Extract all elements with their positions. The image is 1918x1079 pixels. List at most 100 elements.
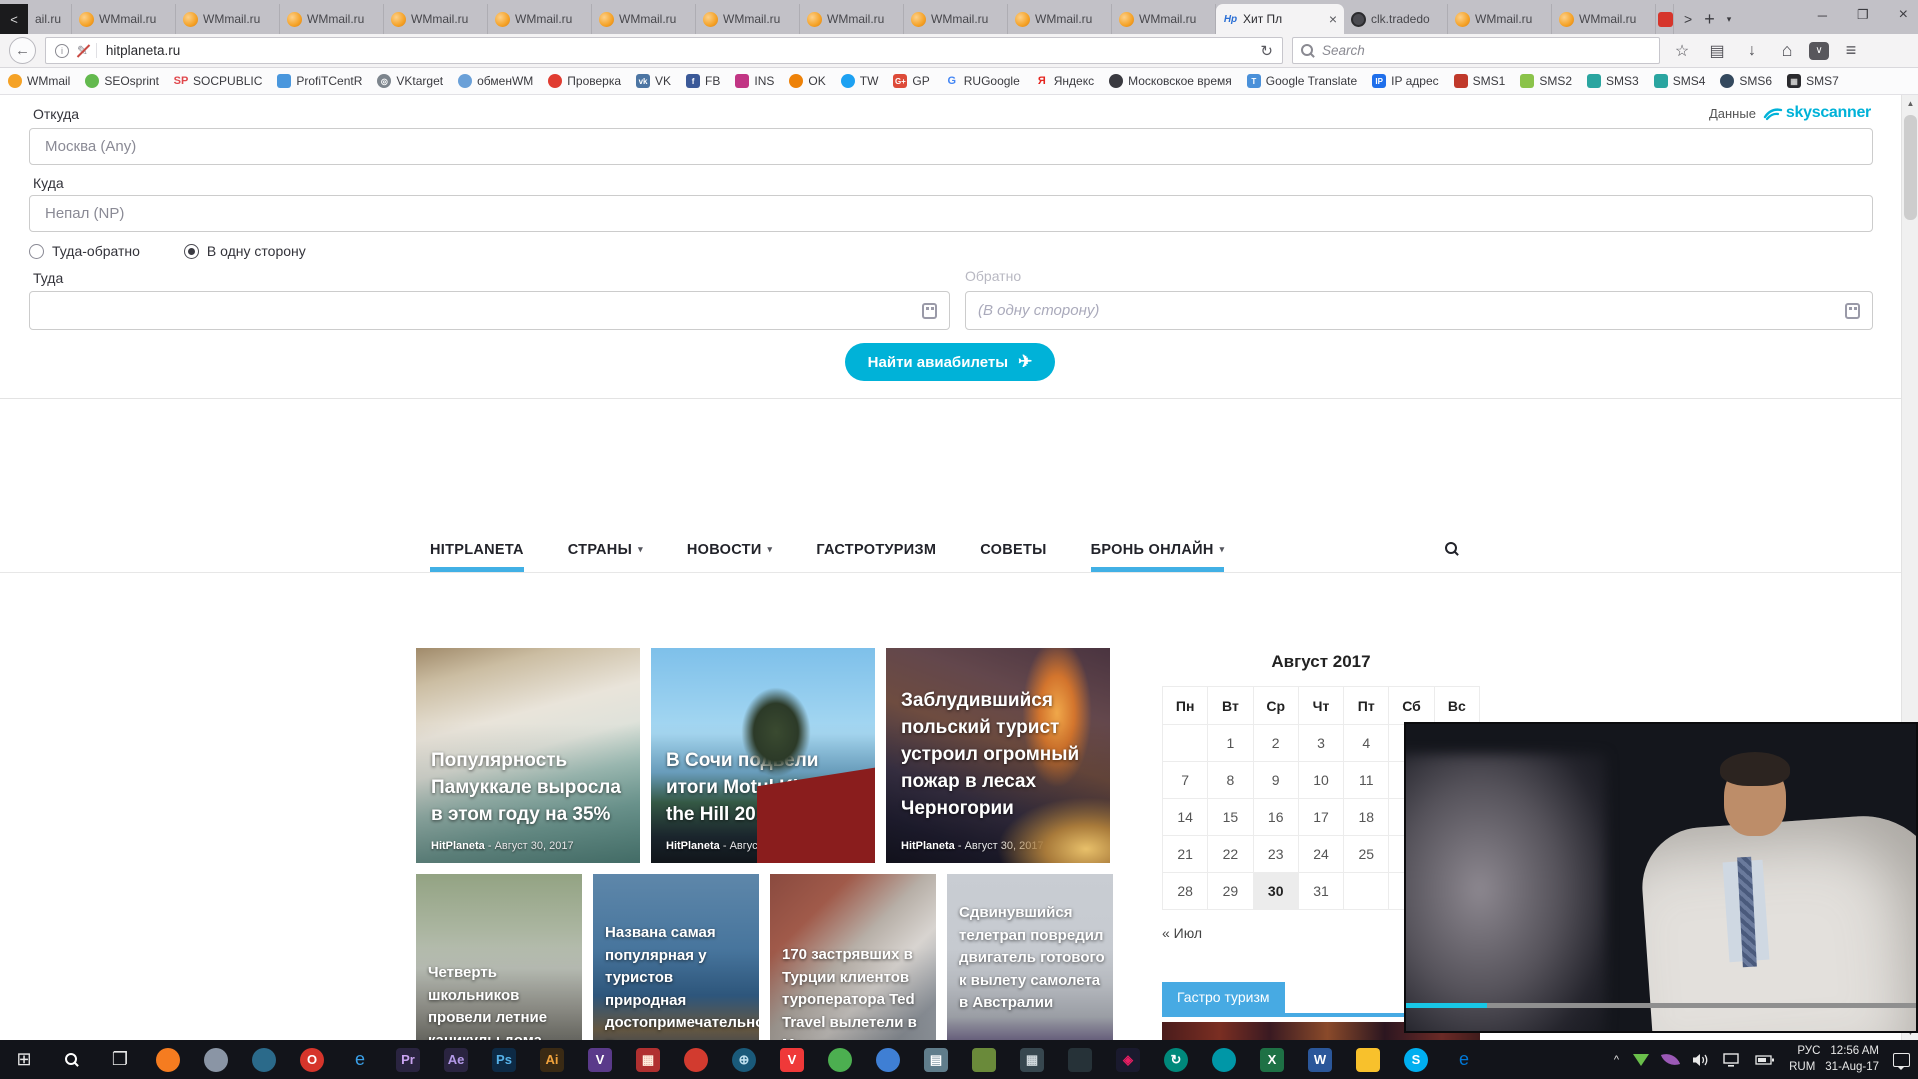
category-badge[interactable]: Гастро туризм: [1162, 982, 1285, 1013]
bookmark-item[interactable]: SMS6: [1720, 74, 1772, 88]
start-button[interactable]: ⊞: [0, 1040, 48, 1079]
video-player-overlay[interactable]: [1404, 722, 1918, 1033]
bookmark-item[interactable]: Проверка: [548, 74, 621, 88]
restore-button[interactable]: ❐: [1857, 7, 1869, 23]
globe-app-icon[interactable]: ⊕: [720, 1040, 768, 1079]
article-card[interactable]: В Сочи подвели итоги Motul King of the H…: [651, 648, 875, 863]
oneway-radio[interactable]: В одну сторону: [183, 243, 306, 259]
calendar-cell[interactable]: 10: [1297, 761, 1345, 799]
bookmark-item[interactable]: SMS2: [1520, 74, 1572, 88]
reload-icon[interactable]: ↻: [1260, 42, 1273, 60]
browser-tab[interactable]: WMmail.ru: [800, 4, 904, 34]
task-view-button[interactable]: ❐: [96, 1040, 144, 1079]
network-icon[interactable]: [1723, 1052, 1741, 1067]
app-icon-red-circle[interactable]: [672, 1040, 720, 1079]
browser-tab[interactable]: ail.ru: [28, 4, 72, 34]
app-icon-olive[interactable]: [960, 1040, 1008, 1079]
calendar-cell[interactable]: 15: [1207, 798, 1254, 836]
calendar-cell[interactable]: 14: [1161, 798, 1209, 836]
browser-tab[interactable]: WMmail.ru: [72, 4, 176, 34]
bookmark-item[interactable]: T Google Translate: [1246, 74, 1357, 88]
back-button[interactable]: ←: [9, 37, 36, 64]
browser-tab[interactable]: WMmail.ru: [176, 4, 280, 34]
app-icon-blue-circle[interactable]: [864, 1040, 912, 1079]
calendar-cell[interactable]: 17: [1297, 798, 1345, 836]
browser-tab[interactable]: WMmail.ru: [1008, 4, 1112, 34]
feather-app-icon[interactable]: [1660, 1049, 1681, 1070]
calendar-cell[interactable]: 16: [1252, 798, 1299, 836]
tab-close-icon[interactable]: ×: [1329, 11, 1337, 27]
excel-icon[interactable]: X: [1248, 1040, 1296, 1079]
browser-tab[interactable]: WMmail.ru: [1448, 4, 1552, 34]
browser-tab[interactable]: WMmail.ru: [280, 4, 384, 34]
site-info-icon[interactable]: i: [55, 43, 69, 58]
opera-icon[interactable]: O: [288, 1040, 336, 1079]
article-card[interactable]: Популярность Памуккале выросла в этом го…: [416, 648, 640, 863]
scroll-up-icon[interactable]: ▲: [1902, 95, 1918, 111]
browser-tab[interactable]: clk.tradedo: [1344, 4, 1448, 34]
keyboard-layout[interactable]: RUM: [1789, 1060, 1815, 1076]
nav-item-hitplaneta[interactable]: HITPLANETA: [430, 528, 524, 572]
sync-app-icon[interactable]: ↻: [1152, 1040, 1200, 1079]
app-icon-red-grid[interactable]: ▦: [624, 1040, 672, 1079]
scrollbar-thumb[interactable]: [1904, 115, 1917, 220]
roundtrip-radio[interactable]: Туда-обратно: [29, 243, 140, 259]
search-placeholder[interactable]: Search: [1322, 43, 1365, 58]
folder-icon[interactable]: [1344, 1040, 1392, 1079]
bookmark-item[interactable]: Московское время: [1109, 74, 1232, 88]
browser-tab[interactable]: WMmail.ru: [696, 4, 800, 34]
new-tab-button[interactable]: +: [1704, 9, 1715, 30]
site-search-icon[interactable]: [1445, 542, 1461, 558]
bookmark-item[interactable]: OK: [789, 74, 826, 88]
home-icon[interactable]: ⌂: [1774, 40, 1800, 61]
tab-scroll-right-icon[interactable]: >: [1684, 11, 1692, 27]
bookmark-item[interactable]: Я Яндекс: [1035, 74, 1094, 88]
bookmark-item[interactable]: IP IP адрес: [1372, 74, 1439, 88]
photos-app-icon[interactable]: ◈: [1104, 1040, 1152, 1079]
url-text[interactable]: hitplaneta.ru: [95, 43, 1253, 58]
article-title[interactable]: Сдвинувшийся телетрап повредил двигатель…: [959, 902, 1107, 1015]
photoshop-icon[interactable]: Ps: [480, 1040, 528, 1079]
article-card[interactable]: 170 застрявших в Турции клиентов туропер…: [770, 874, 936, 1040]
calendar-cell[interactable]: 22: [1207, 835, 1254, 873]
taskbar-search-icon[interactable]: [48, 1040, 96, 1079]
app-icon-dark-grid[interactable]: ▦: [1008, 1040, 1056, 1079]
video-progress-bar[interactable]: [1406, 1003, 1916, 1008]
nav-item-strany[interactable]: СТРАНЫ ▾: [568, 528, 643, 572]
app-icon-teal-dark[interactable]: [240, 1040, 288, 1079]
calendar-cell[interactable]: 2: [1252, 724, 1299, 762]
edge-icon[interactable]: e: [1440, 1040, 1488, 1079]
bookmark-item[interactable]: обменWM: [458, 74, 533, 88]
library-icon[interactable]: ▤: [1704, 41, 1730, 61]
app-icon-dark[interactable]: [1056, 1040, 1104, 1079]
calendar-cell[interactable]: 9: [1252, 761, 1299, 799]
calendar-cell[interactable]: 11: [1343, 761, 1390, 799]
bookmark-item[interactable]: ProfiTCentR: [277, 74, 362, 88]
calculator-icon[interactable]: ▤: [912, 1040, 960, 1079]
article-title[interactable]: В Сочи подвели итоги Motul King of the H…: [666, 748, 863, 829]
no-edit-icon[interactable]: ✎: [77, 44, 88, 57]
article-title[interactable]: Четверть школьников провели летние каник…: [428, 962, 576, 1040]
article-card[interactable]: Заблудившийся польский турист устроил ог…: [886, 648, 1110, 863]
nav-item-sovety[interactable]: СОВЕТЫ: [980, 528, 1046, 572]
bookmark-item[interactable]: G+ GP: [893, 74, 930, 88]
skyscanner-logo[interactable]: skyscanner: [1763, 104, 1871, 122]
calendar-cell[interactable]: 25: [1343, 835, 1390, 873]
tab-scroll-left-icon[interactable]: <: [0, 4, 28, 34]
article-title[interactable]: Названа самая популярная у туристов прир…: [605, 922, 759, 1040]
firefox-icon[interactable]: [144, 1040, 192, 1079]
tray-expand-icon[interactable]: ^: [1614, 1054, 1619, 1066]
calendar-cell[interactable]: 3: [1297, 724, 1345, 762]
vivaldi-icon[interactable]: V: [768, 1040, 816, 1079]
bookmark-item[interactable]: SMS3: [1587, 74, 1639, 88]
browser-tab[interactable]: WMmail.ru: [1552, 4, 1656, 34]
bookmark-item[interactable]: vk VK: [636, 74, 671, 88]
browser-tab[interactable]: Hp Хит Пл ×: [1216, 4, 1344, 34]
minimize-button[interactable]: ─: [1818, 8, 1827, 23]
calendar-cell[interactable]: 21: [1161, 835, 1209, 873]
downloads-icon[interactable]: ↓: [1739, 42, 1765, 60]
bookmark-item[interactable]: SMS1: [1453, 74, 1505, 88]
internet-explorer-icon[interactable]: e: [336, 1040, 384, 1079]
browser-tab[interactable]: WMmail.ru: [592, 4, 696, 34]
calendar-cell[interactable]: 28: [1161, 872, 1209, 910]
